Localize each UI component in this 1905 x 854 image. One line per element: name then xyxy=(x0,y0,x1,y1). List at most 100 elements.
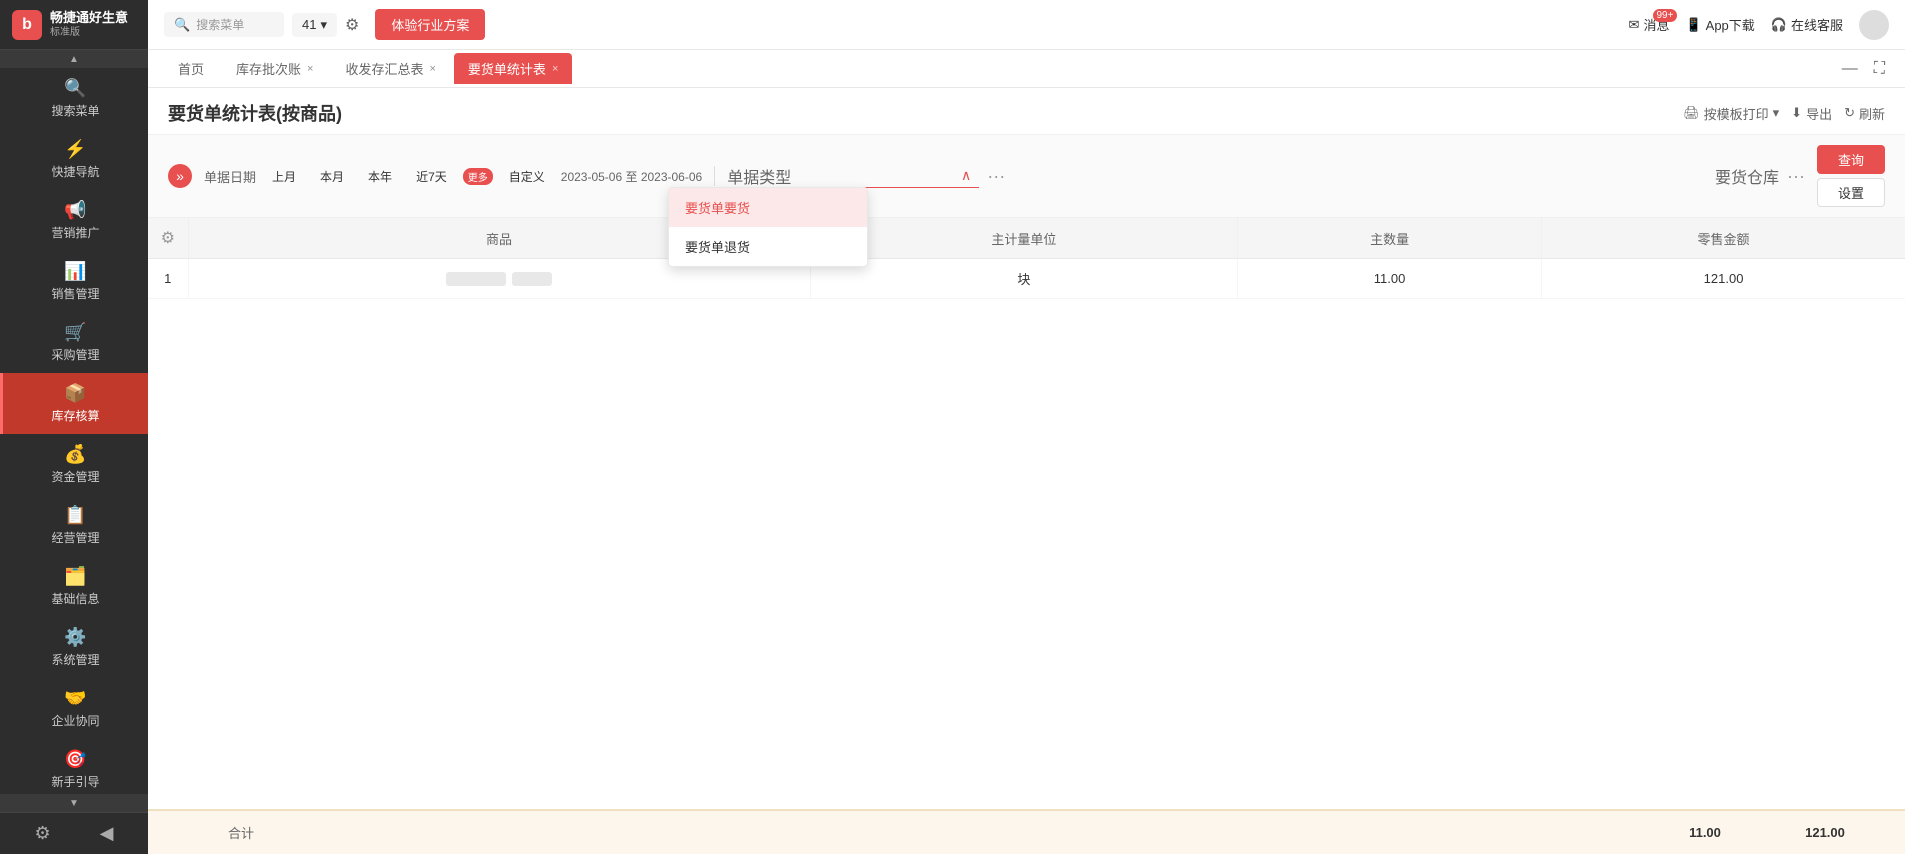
sidebar-item-operation-label: 经营管理 xyxy=(51,529,99,546)
sidebar-item-sales[interactable]: 📊 销售管理 xyxy=(0,251,148,312)
data-table: ⚙ 商品 主计量单位 主数量 零售金额 1 xyxy=(148,218,1905,299)
topbar-dropdown[interactable]: 41 ▾ xyxy=(292,13,337,37)
sidebar-logo: b 畅捷通好生意 标准版 xyxy=(0,0,148,50)
tab-requisition-stats-label: 要货单统计表 xyxy=(468,59,546,78)
system-icon: ⚙️ xyxy=(64,627,86,648)
filter-separator-1 xyxy=(714,166,715,186)
sidebar-bottom: ⚙ ◀ xyxy=(0,812,148,854)
print-expand-arrow: ▾ xyxy=(1773,105,1780,121)
page-header: 要货单统计表(按商品) 🖨 按模板打印 ▾ ⬇ 导出 ↻ 刷新 xyxy=(148,88,1905,135)
filter-actions: 查询 设置 xyxy=(1817,145,1885,207)
export-button[interactable]: ⬇ 导出 xyxy=(1791,104,1832,123)
sidebar-item-enterprise[interactable]: 🤝 企业协同 xyxy=(0,678,148,739)
sidebar-scroll-up[interactable]: ▲ xyxy=(0,50,148,68)
filter-type-arrow[interactable]: ∧ xyxy=(961,167,971,184)
online-service-label: 在线客服 xyxy=(1791,15,1843,34)
tab-requisition-stats[interactable]: 要货单统计表 × xyxy=(454,53,572,84)
sidebar-settings-btn[interactable]: ⚙ xyxy=(35,823,51,844)
tab-collapse-icon[interactable]: — xyxy=(1838,56,1862,82)
date-last-7days-btn[interactable]: 近7天 xyxy=(408,165,455,188)
date-this-year-btn[interactable]: 本年 xyxy=(360,165,400,188)
sidebar-item-inventory[interactable]: 📦 库存核算 xyxy=(0,373,148,434)
sidebar-item-finance[interactable]: 💰 资金管理 xyxy=(0,434,148,495)
tab-inventory-batch-label: 库存批次账 xyxy=(236,59,301,78)
sidebar-item-search-label: 搜索菜单 xyxy=(51,102,99,119)
th-quantity: 主数量 xyxy=(1238,218,1542,259)
search-menu-icon: 🔍 xyxy=(174,17,190,33)
enterprise-icon: 🤝 xyxy=(64,688,86,709)
date-more-badge[interactable]: 更多 xyxy=(463,168,493,185)
tab-expand-icon[interactable]: ⛶ xyxy=(1870,56,1889,82)
page-title: 要货单统计表(按商品) xyxy=(168,100,342,126)
tabbar: 首页 库存批次账 × 收发存汇总表 × 要货单统计表 × — ⛶ xyxy=(148,50,1905,88)
refresh-button[interactable]: ↻ 刷新 xyxy=(1844,104,1885,123)
filter-type-more[interactable]: ··· xyxy=(987,166,1005,187)
sidebar-nav: 🔍 搜索菜单 ⚡ 快捷导航 📢 营销推广 📊 销售管理 🛒 采购管理 📦 库存核… xyxy=(0,68,148,794)
tab-home-label: 首页 xyxy=(178,59,204,78)
date-custom-btn[interactable]: 自定义 xyxy=(501,165,553,188)
product-cell xyxy=(201,272,798,286)
app-download-button[interactable]: 📱 App下载 xyxy=(1685,15,1754,34)
dropdown-item-return[interactable]: 要货单退货 xyxy=(669,227,867,266)
marketing-icon: 📢 xyxy=(64,200,86,221)
purchase-icon: 🛒 xyxy=(64,322,86,343)
sidebar-collapse-btn[interactable]: ◀ xyxy=(100,823,114,844)
sidebar-item-quick-nav[interactable]: ⚡ 快捷导航 xyxy=(0,129,148,190)
quick-nav-icon: ⚡ xyxy=(64,139,86,160)
search-menu-placeholder: 搜索菜单 xyxy=(196,16,244,33)
dropdown-item-order[interactable]: 要货单要货 xyxy=(669,188,867,227)
tab-collection-summary[interactable]: 收发存汇总表 × xyxy=(331,53,449,84)
sidebar-item-search[interactable]: 🔍 搜索菜单 xyxy=(0,68,148,129)
tab-collection-summary-close[interactable]: × xyxy=(429,63,435,75)
app-subtitle: 标准版 xyxy=(50,26,128,39)
print-icon: 🖨 xyxy=(1683,105,1700,121)
sidebar-item-operation[interactable]: 📋 经营管理 xyxy=(0,495,148,556)
online-service-button[interactable]: 🎧 在线客服 xyxy=(1771,15,1843,34)
message-icon: ✉ xyxy=(1629,17,1640,33)
footer-amount: 121.00 xyxy=(1765,825,1885,840)
cell-seq: 1 xyxy=(148,259,188,299)
tab-inventory-batch[interactable]: 库存批次账 × xyxy=(222,53,327,84)
date-last-month-btn[interactable]: 上月 xyxy=(264,165,304,188)
th-settings: ⚙ xyxy=(148,218,188,259)
date-this-month-btn[interactable]: 本月 xyxy=(312,165,352,188)
print-template-label: 按模板打印 xyxy=(1704,104,1769,123)
user-avatar[interactable] xyxy=(1859,10,1889,40)
filter-warehouse-more[interactable]: ··· xyxy=(1787,166,1805,187)
sidebar-scroll-down[interactable]: ▼ xyxy=(0,794,148,812)
topbar-settings-icon[interactable]: ⚙ xyxy=(345,15,359,35)
sidebar-item-enterprise-label: 企业协同 xyxy=(51,712,99,729)
print-template-button[interactable]: 🖨 按模板打印 ▾ xyxy=(1683,104,1779,123)
filter-warehouse-label: 要货仓库 xyxy=(1715,164,1779,188)
tab-collection-summary-label: 收发存汇总表 xyxy=(345,59,423,78)
column-settings-icon[interactable]: ⚙ xyxy=(161,230,175,247)
filter-type-select[interactable]: ∧ xyxy=(799,164,979,188)
sidebar-item-finance-label: 资金管理 xyxy=(51,468,99,485)
product-code-placeholder xyxy=(512,272,552,286)
footer-total-label: 合计 xyxy=(228,823,254,842)
tab-requisition-stats-close[interactable]: × xyxy=(552,63,558,75)
tab-home[interactable]: 首页 xyxy=(164,53,218,84)
filter-expand-button[interactable]: » xyxy=(168,164,192,188)
th-unit: 主计量单位 xyxy=(810,218,1237,259)
basic-icon: 🗂️ xyxy=(64,566,86,587)
sidebar-item-marketing[interactable]: 📢 营销推广 xyxy=(0,190,148,251)
refresh-icon: ↻ xyxy=(1844,105,1855,121)
headset-icon: 🎧 xyxy=(1771,17,1787,33)
tab-inventory-batch-close[interactable]: × xyxy=(307,63,313,75)
sidebar-item-purchase[interactable]: 🛒 采购管理 xyxy=(0,312,148,373)
query-button[interactable]: 查询 xyxy=(1817,145,1885,174)
chevron-down-icon: ▾ xyxy=(320,17,327,33)
messages-button[interactable]: ✉ 消息 99+ xyxy=(1629,15,1670,34)
app-logo-text: 畅捷通好生意 标准版 xyxy=(50,10,128,40)
sidebar-item-basic[interactable]: 🗂️ 基础信息 xyxy=(0,556,148,617)
sidebar-item-system[interactable]: ⚙️ 系统管理 xyxy=(0,617,148,678)
search-menu-input[interactable]: 🔍 搜索菜单 xyxy=(164,12,284,37)
operation-icon: 📋 xyxy=(64,505,86,526)
trial-industry-button[interactable]: 体验行业方案 xyxy=(375,9,485,40)
filter-type-group: 单据类型 ∧ ··· xyxy=(727,164,1703,188)
sidebar-item-guide[interactable]: 🎯 新手引导 xyxy=(0,739,148,794)
chevron-right-icon: » xyxy=(176,168,184,184)
sidebar-item-purchase-label: 采购管理 xyxy=(51,346,99,363)
filter-settings-button[interactable]: 设置 xyxy=(1817,178,1885,207)
